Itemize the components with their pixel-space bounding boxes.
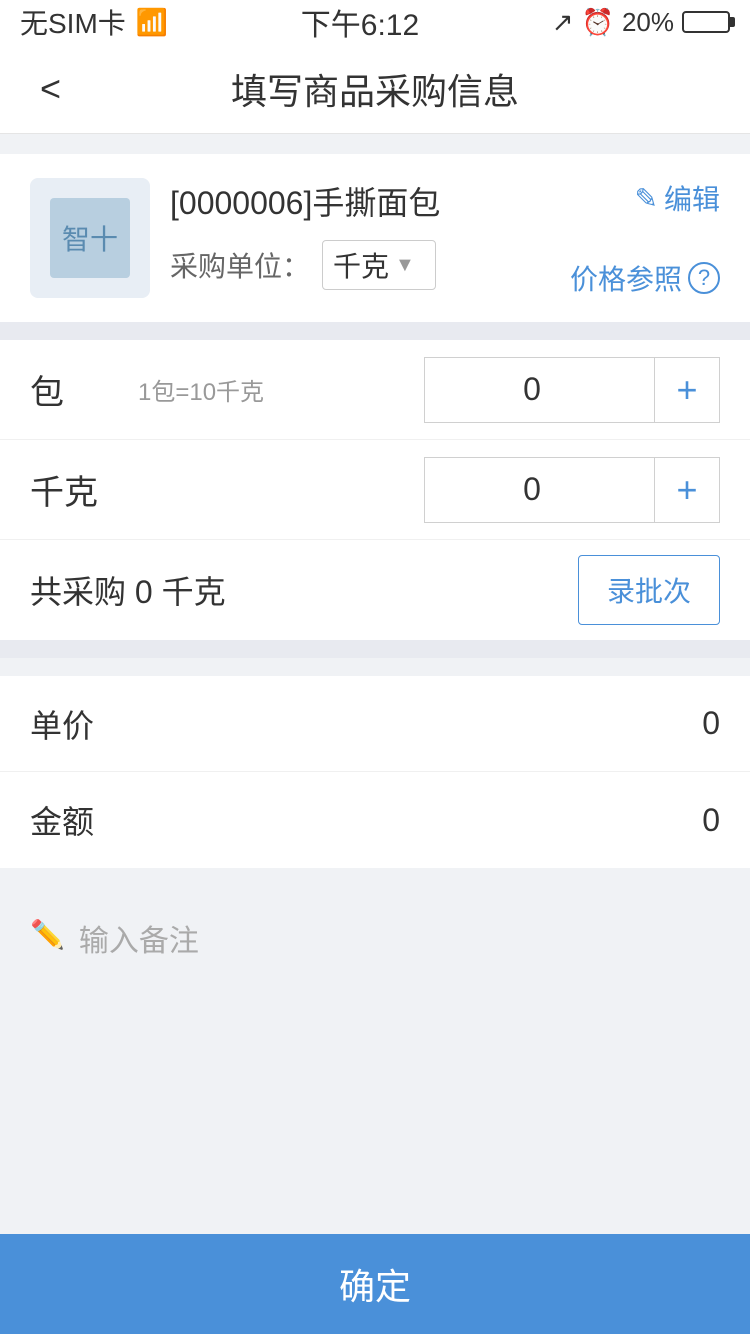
amount-label: 金额 [30, 797, 94, 843]
status-right: ↗ ⏰ 20% [552, 7, 730, 38]
kg-plus-button[interactable]: + [654, 457, 720, 523]
status-bar: 无SIM卡 📶 下午6:12 ↗ ⏰ 20% [0, 0, 750, 44]
kg-qty-input[interactable] [424, 457, 654, 523]
status-time: 下午6:12 [301, 0, 419, 44]
bag-input-section: 包 1包=10千克 + [0, 340, 750, 440]
kg-input-row: 千克 + [0, 440, 750, 540]
location-icon: ↗ [552, 7, 574, 38]
unit-price-value: 0 [702, 705, 720, 742]
kg-field-wrap: + [130, 457, 720, 523]
alarm-icon: ⏰ [582, 7, 614, 38]
back-button[interactable]: < [30, 58, 71, 120]
status-left: 无SIM卡 📶 [20, 2, 168, 42]
wifi-icon: 📶 [136, 7, 168, 38]
amount-row: 金额 0 [0, 772, 750, 868]
help-icon: ? [688, 262, 720, 294]
pencil-icon: ✏️ [30, 918, 65, 951]
bag-plus-button[interactable]: + [654, 357, 720, 423]
divider-1 [0, 322, 750, 340]
kg-plus-icon: + [676, 469, 697, 511]
price-section: 单价 0 金额 0 [0, 676, 750, 868]
plus-icon: + [676, 369, 697, 411]
bag-label: 包 [30, 365, 130, 414]
bag-input-row: 包 1包=10千克 + [0, 340, 750, 440]
edit-icon: ✎ [635, 182, 658, 215]
unit-label: 采购单位： [170, 245, 310, 285]
total-row: 共采购 0 千克 录批次 [0, 540, 750, 640]
product-logo: 智十 [50, 198, 130, 278]
notes-placeholder: 输入备注 [79, 916, 199, 960]
bag-sub-label: 1包=10千克 [138, 372, 264, 407]
page-title: 填写商品采购信息 [231, 63, 519, 115]
unit-selector[interactable]: 千克 ▼ [322, 240, 436, 290]
carrier-label: 无SIM卡 [20, 2, 126, 42]
notes-section[interactable]: ✏️ 输入备注 [0, 886, 750, 1006]
nav-bar: < 填写商品采购信息 [0, 44, 750, 134]
amount-value: 0 [702, 802, 720, 839]
logo-text: 智十 [62, 218, 118, 258]
kg-label: 千克 [30, 465, 130, 514]
total-label: 共采购 0 千克 [30, 567, 226, 613]
bag-field-wrap: + [264, 357, 720, 423]
unit-price-row: 单价 0 [0, 676, 750, 772]
battery-percent: 20% [622, 7, 674, 38]
bag-qty-input[interactable] [424, 357, 654, 423]
unit-value: 千克 [333, 245, 389, 285]
product-image: 智十 [30, 178, 150, 298]
edit-label: 编辑 [664, 178, 720, 218]
kg-input-section: 千克 + [0, 440, 750, 540]
product-card: 智十 [0000006]手撕面包 采购单位： 千克 ▼ ✎ 编辑 价格参照 ? [0, 154, 750, 322]
record-batch-button[interactable]: 录批次 [578, 555, 720, 625]
confirm-button[interactable]: 确定 [0, 1234, 750, 1334]
price-ref-label: 价格参照 [570, 258, 682, 298]
edit-button[interactable]: ✎ 编辑 [635, 178, 720, 218]
dropdown-arrow-icon: ▼ [395, 254, 415, 277]
price-reference-button[interactable]: 价格参照 ? [570, 258, 720, 298]
divider-2 [0, 640, 750, 658]
battery-icon [682, 11, 730, 33]
unit-price-label: 单价 [30, 701, 94, 747]
